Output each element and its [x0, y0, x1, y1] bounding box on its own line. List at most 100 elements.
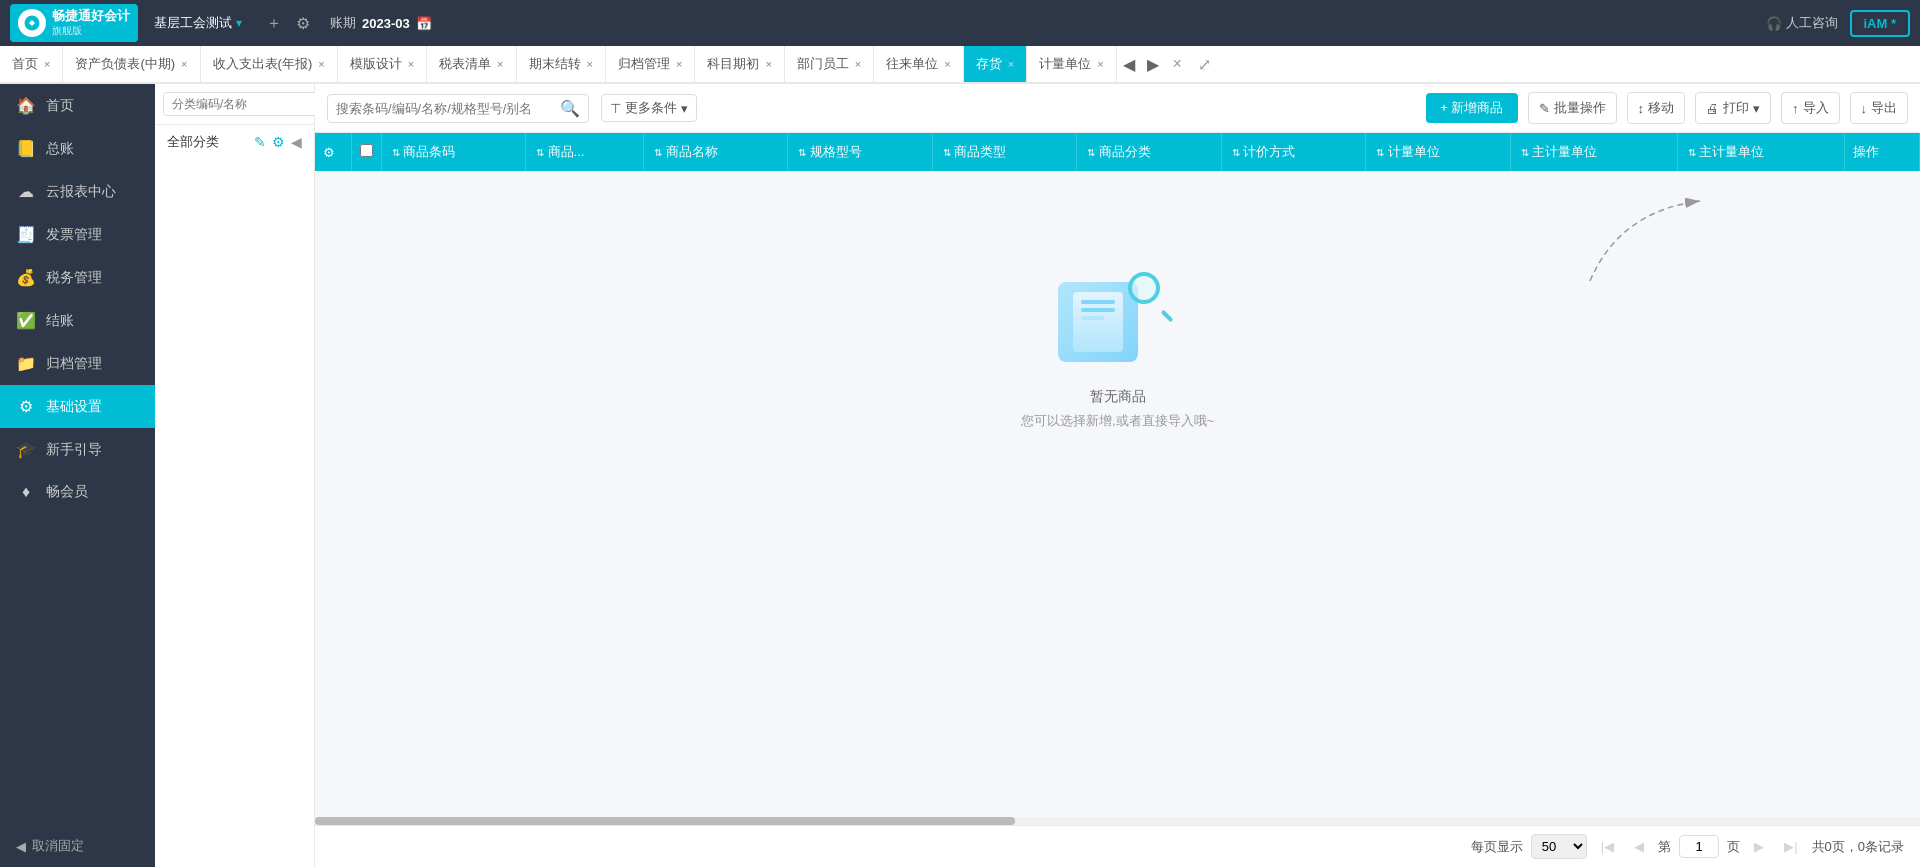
project-selector[interactable]: 基层工会测试 ▾: [146, 10, 250, 36]
tab-inventory[interactable]: 存货 ×: [964, 46, 1027, 82]
tab-expand-btn[interactable]: ⤢: [1190, 46, 1219, 82]
export-icon: ↓: [1861, 101, 1868, 116]
tab-close-all-btn[interactable]: ×: [1165, 46, 1190, 82]
move-button[interactable]: ↕ 移动: [1627, 92, 1686, 124]
main-content: 🔍 ⊤ 更多条件 ▾ + 新增商品 ✎ 批量操作 ↕ 移动: [315, 84, 1920, 867]
more-filter-button[interactable]: ⊤ 更多条件 ▾: [601, 94, 697, 122]
filter-icon: ⊤: [610, 101, 621, 116]
tab-home[interactable]: 首页 ×: [0, 46, 63, 82]
export-button[interactable]: ↓ 导出: [1850, 92, 1909, 124]
batch-operation-button[interactable]: ✎ 批量操作: [1528, 92, 1617, 124]
page-number-input[interactable]: [1679, 835, 1719, 858]
sidebar-item-tax[interactable]: 💰 税务管理: [0, 256, 155, 299]
page-size-select[interactable]: 50 10 20 100: [1531, 834, 1587, 859]
help-button[interactable]: 🎧 人工咨询: [1766, 14, 1838, 32]
collapse-panel-icon[interactable]: ◀: [291, 134, 302, 150]
first-page-btn[interactable]: |◀: [1595, 836, 1620, 857]
period-label: 账期: [330, 14, 356, 32]
account-button[interactable]: iAM *: [1850, 10, 1911, 37]
sidebar-item-ledger[interactable]: 📒 总账: [0, 127, 155, 170]
tab-balance-sheet[interactable]: 资产负债表(中期) ×: [63, 46, 200, 82]
category-all-label: 全部分类: [167, 133, 219, 151]
tab-unit[interactable]: 计量单位 ×: [1027, 46, 1116, 82]
tab-subject-init[interactable]: 科目期初 ×: [695, 46, 784, 82]
sidebar-item-guide[interactable]: 🎓 新手引导: [0, 428, 155, 471]
add-icon[interactable]: ＋: [262, 9, 286, 38]
close-tab-icon[interactable]: ×: [1008, 58, 1014, 70]
sort-icon: ⇅: [1688, 147, 1696, 158]
sidebar-item-cloud-reports[interactable]: ☁ 云报表中心: [0, 170, 155, 213]
home-icon: 🏠: [16, 96, 36, 115]
pin-icon: ◀: [16, 839, 26, 854]
category-header: 全部分类 ✎ ⚙ ◀: [155, 125, 314, 159]
search-icon[interactable]: 🔍: [560, 99, 580, 118]
sidebar-item-invoice[interactable]: 🧾 发票管理: [0, 213, 155, 256]
col-product-code: ⇅ 商品...: [525, 133, 643, 171]
headset-icon: 🎧: [1766, 16, 1782, 31]
col-settings[interactable]: ⚙: [315, 133, 351, 171]
col-product-name: ⇅ 商品名称: [643, 133, 787, 171]
col-product-type: ⇅ 商品类型: [932, 133, 1076, 171]
close-tab-icon[interactable]: ×: [181, 58, 187, 70]
tab-template[interactable]: 模版设计 ×: [338, 46, 427, 82]
sidebar-item-archive[interactable]: 📁 归档管理: [0, 342, 155, 385]
last-page-btn[interactable]: ▶|: [1778, 836, 1803, 857]
next-page-btn[interactable]: ▶: [1748, 836, 1770, 857]
close-tab-icon[interactable]: ×: [944, 58, 950, 70]
sort-icon: ⇅: [943, 147, 951, 158]
sidebar-item-home[interactable]: 🏠 首页: [0, 84, 155, 127]
close-tab-icon[interactable]: ×: [318, 58, 324, 70]
close-tab-icon[interactable]: ×: [587, 58, 593, 70]
tab-prev-btn[interactable]: ◀: [1117, 46, 1141, 82]
product-search-input[interactable]: [336, 101, 556, 116]
close-tab-icon[interactable]: ×: [676, 58, 682, 70]
scrollbar-thumb[interactable]: [315, 817, 1015, 825]
close-tab-icon[interactable]: ×: [497, 58, 503, 70]
import-button[interactable]: ↑ 导入: [1781, 92, 1840, 124]
close-tab-icon[interactable]: ×: [1097, 58, 1103, 70]
select-all-checkbox[interactable]: [360, 144, 373, 157]
product-table-area: ⚙ ⇅ 商品条码 ⇅ 商品... ⇅: [315, 133, 1920, 817]
tab-contacts[interactable]: 往来单位 ×: [874, 46, 963, 82]
sidebar-item-checkout[interactable]: ✅ 结账: [0, 299, 155, 342]
category-search-input[interactable]: [163, 92, 331, 116]
close-tab-icon[interactable]: ×: [408, 58, 414, 70]
settings-icon[interactable]: ⚙: [292, 10, 314, 37]
sort-icon: ⇅: [1521, 147, 1529, 158]
tab-next-btn[interactable]: ▶: [1141, 46, 1165, 82]
product-search-bar: 🔍: [327, 94, 589, 123]
close-tab-icon[interactable]: ×: [765, 58, 771, 70]
col-checkbox[interactable]: [351, 133, 381, 171]
prev-page-btn[interactable]: ◀: [1628, 836, 1650, 857]
member-icon: ♦: [16, 483, 36, 501]
add-product-button[interactable]: + 新增商品: [1426, 93, 1517, 123]
close-tab-icon[interactable]: ×: [855, 58, 861, 70]
cloud-icon: ☁: [16, 182, 36, 201]
sidebar-item-basic-settings[interactable]: ⚙ 基础设置: [0, 385, 155, 428]
toolbar-right-actions: + 新增商品 ✎ 批量操作 ↕ 移动 🖨 打印 ▾: [1426, 92, 1908, 124]
sort-icon: ⇅: [1376, 147, 1384, 158]
app-sub: 旗舰版: [52, 24, 130, 38]
empty-state: 暂无商品 您可以选择新增,或者直接导入哦~: [315, 171, 1920, 531]
period-area: 账期 2023-03 📅: [330, 14, 432, 32]
tab-tax-list[interactable]: 税表清单 ×: [427, 46, 516, 82]
col-barcode: ⇅ 商品条码: [381, 133, 525, 171]
tab-department[interactable]: 部门员工 ×: [785, 46, 874, 82]
tab-income-statement[interactable]: 收入支出表(年报) ×: [201, 46, 338, 82]
tab-period-end[interactable]: 期末结转 ×: [517, 46, 606, 82]
close-tab-icon[interactable]: ×: [44, 58, 50, 70]
calendar-icon[interactable]: 📅: [416, 16, 432, 31]
project-name: 基层工会测试: [154, 14, 232, 32]
sidebar-item-member[interactable]: ♦ 畅会员: [0, 471, 155, 513]
col-unit: ⇅ 计量单位: [1366, 133, 1510, 171]
print-button[interactable]: 🖨 打印 ▾: [1695, 92, 1771, 124]
tab-archive[interactable]: 归档管理 ×: [606, 46, 695, 82]
edit-category-icon[interactable]: ✎: [254, 134, 266, 150]
horizontal-scrollbar[interactable]: [315, 817, 1920, 825]
category-search-area: 🔍: [155, 84, 314, 125]
col-main-unit2: ⇅ 主计量单位: [1677, 133, 1844, 171]
main-layout: 🏠 首页 📒 总账 ☁ 云报表中心 🧾 发票管理 💰 税务管理 ✅ 结账 📁 归…: [0, 84, 1920, 867]
edit-icon: ✎: [1539, 101, 1550, 116]
category-settings-icon[interactable]: ⚙: [272, 134, 285, 150]
sidebar-unpin-button[interactable]: ◀ 取消固定: [0, 825, 155, 867]
